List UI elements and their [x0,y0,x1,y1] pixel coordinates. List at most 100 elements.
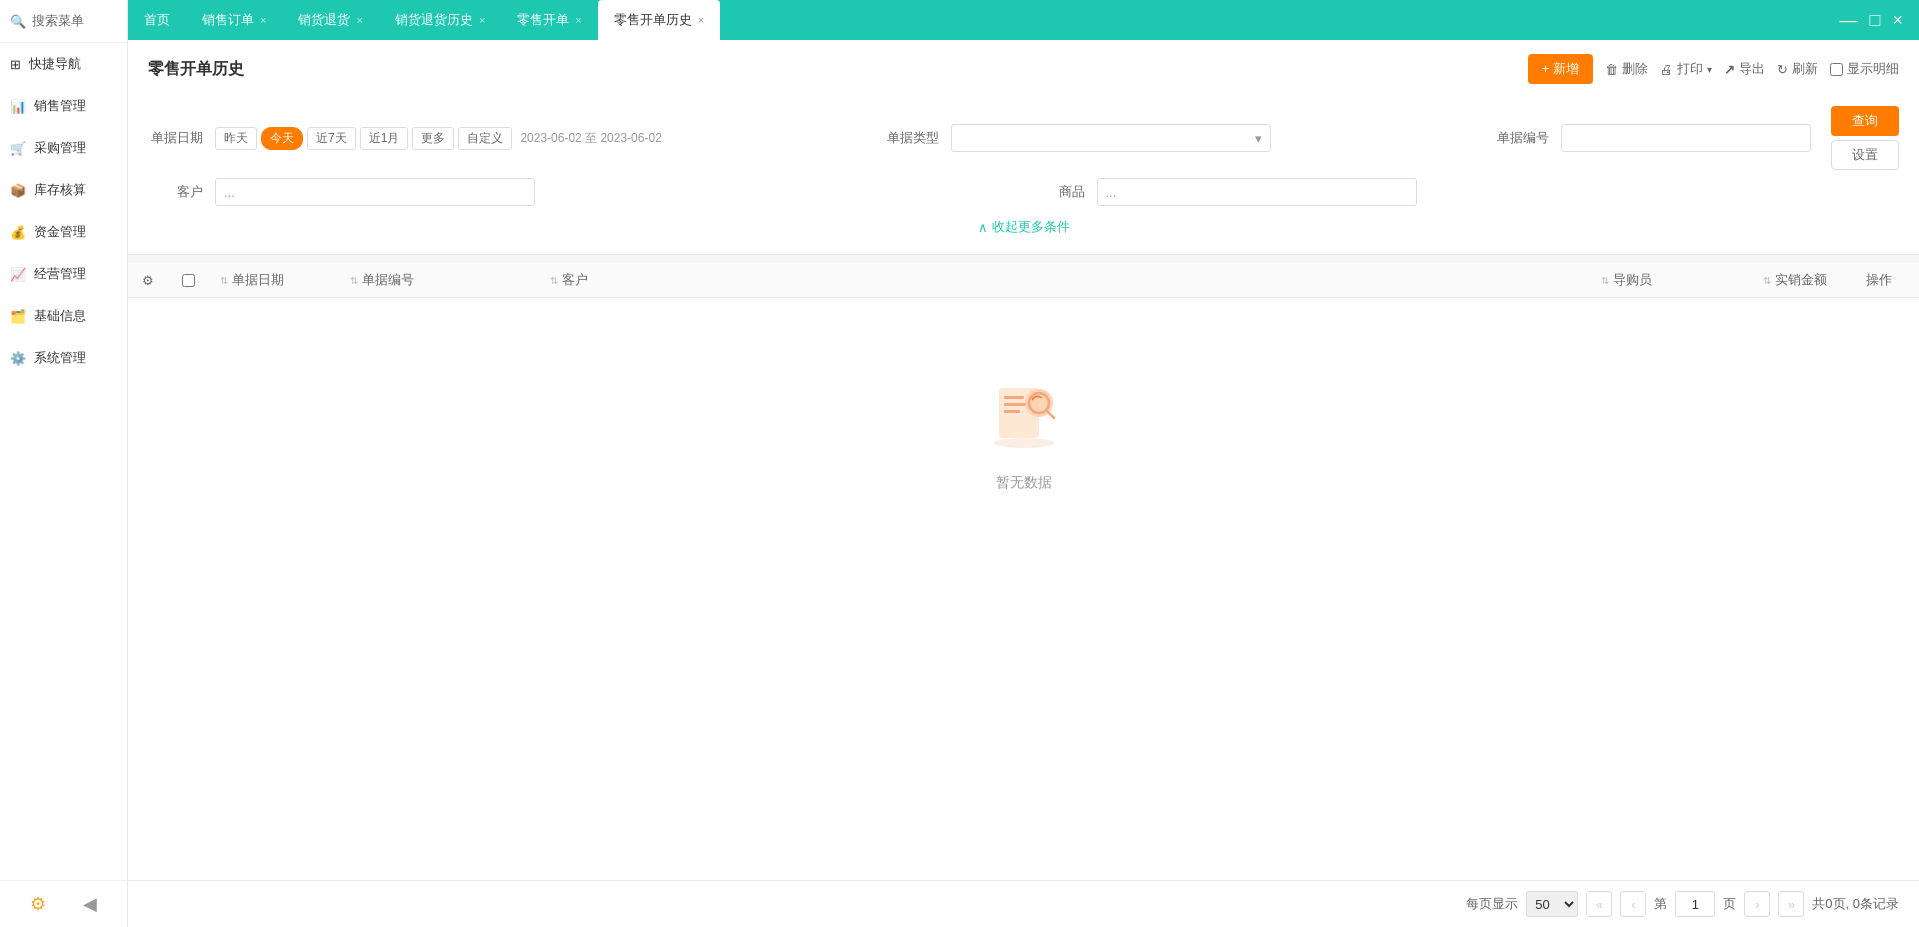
per-page-select[interactable]: 50 10 20 100 [1526,891,1578,917]
col-amount-label: 实销金额 [1775,271,1827,289]
prev-page-button[interactable]: ‹ [1620,891,1646,917]
type-filter-select[interactable]: ▾ [951,124,1271,152]
tab-sales-return-history[interactable]: 销货退货历史 × [379,0,501,40]
date-btn-more[interactable]: 更多 [412,127,454,150]
date-btn-7days[interactable]: 近7天 [307,127,356,150]
search-menu[interactable]: 搜索菜单 [0,0,127,43]
close-retail-order-history-icon[interactable]: × [698,14,704,26]
sidebar-item-base[interactable]: 🗂️ 基础信息 [0,295,127,337]
display-detail-label: 显示明细 [1847,60,1899,78]
col-date: ⇅ 单据日期 [208,271,338,289]
print-button[interactable]: 🖨 打印 ▾ [1660,60,1712,78]
first-page-button[interactable]: « [1586,891,1612,917]
client-filter-label: 客户 [148,183,203,201]
search-menu-label: 搜索菜单 [32,12,84,30]
add-button[interactable]: + 新增 [1528,54,1593,84]
select-all-checkbox[interactable] [182,274,195,287]
export-label: 导出 [1739,60,1765,78]
next-page-icon: › [1755,897,1759,912]
minimize-icon[interactable]: — [1840,10,1858,31]
sort-amount-icon[interactable]: ⇅ [1763,275,1771,286]
tab-sales-return[interactable]: 销货退货 × [282,0,378,40]
purchase-icon: 🛒 [10,141,26,156]
svg-point-0 [994,438,1054,448]
product-filter-input[interactable]: ... [1097,178,1417,206]
tab-home-label: 首页 [144,11,170,29]
page-number-input[interactable] [1675,891,1715,917]
tab-sales-return-history-label: 销货退货历史 [395,11,473,29]
refresh-button[interactable]: ↻ 刷新 [1777,60,1818,78]
table-header: ⚙ ⇅ 单据日期 ⇅ 单据编号 ⇅ 客户 ⇅ [128,263,1919,298]
sidebar-item-management[interactable]: 📈 经营管理 [0,253,127,295]
col-settings[interactable]: ⚙ [128,273,168,288]
query-button[interactable]: 查询 [1831,106,1899,136]
tab-retail-order-history[interactable]: 零售开单历史 × [598,0,720,40]
collapse-filter-icon: ∧ [978,220,988,235]
settings-button[interactable]: 设置 [1831,140,1899,170]
sidebar-item-label: 经营管理 [34,265,86,283]
last-page-button[interactable]: » [1778,891,1804,917]
filter-area: 单据日期 昨天 今天 近7天 近1月 更多 自定义 2023-06-02 至 2… [148,96,1899,254]
col-action-label: 操作 [1866,271,1892,289]
filter-row-client: 客户 ... 商品 ... [148,178,1899,206]
sidebar-item-system[interactable]: ⚙️ 系统管理 [0,337,127,379]
top-nav-right: — □ × [1824,10,1919,31]
settings-gear-icon[interactable]: ⚙ [142,273,154,288]
total-info: 共0页, 0条记录 [1812,895,1899,913]
sales-icon: 📊 [10,99,26,114]
close-sales-return-icon[interactable]: × [356,14,362,26]
client-filter-input[interactable]: ... [215,178,535,206]
tab-retail-order[interactable]: 零售开单 × [501,0,597,40]
svg-line-7 [1047,411,1054,418]
collapse-filter-button[interactable]: ∧ 收起更多条件 [148,214,1899,244]
next-page-button[interactable]: › [1744,891,1770,917]
sidebar-item-purchase[interactable]: 🛒 采购管理 [0,127,127,169]
display-detail-checkbox-label[interactable]: 显示明细 [1830,60,1899,78]
sidebar-item-label: 库存核算 [34,181,86,199]
tab-home[interactable]: 首页 [128,0,186,40]
close-sales-order-icon[interactable]: × [260,14,266,26]
sidebar-bottom: ⚙ ◀ [0,880,127,927]
sidebar-item-sales[interactable]: 📊 销售管理 [0,85,127,127]
page-unit: 页 [1723,895,1736,913]
close-retail-order-icon[interactable]: × [575,14,581,26]
client-filter-ellipsis: ... [224,185,235,200]
date-btn-custom[interactable]: 自定义 [458,127,512,150]
maximize-icon[interactable]: □ [1870,10,1881,31]
display-detail-checkbox[interactable] [1830,63,1843,76]
collapse-sidebar-icon[interactable]: ◀ [83,893,97,915]
collapse-filter-label: 收起更多条件 [992,218,1070,236]
svg-rect-2 [1004,396,1024,399]
col-checkbox[interactable] [168,274,208,287]
col-client: ⇅ 客户 [538,271,1589,289]
sidebar-item-nav[interactable]: ⊞ 快捷导航 [0,43,127,85]
col-code-label: 单据编号 [362,271,414,289]
sort-client-icon[interactable]: ⇅ [550,275,558,286]
export-button[interactable]: ↗ 导出 [1724,60,1765,78]
prev-page-icon: ‹ [1631,897,1635,912]
sidebar-item-label: 采购管理 [34,139,86,157]
base-icon: 🗂️ [10,309,26,324]
page-word: 第 [1654,895,1667,913]
date-btn-1month[interactable]: 近1月 [360,127,409,150]
empty-text: 暂无数据 [996,474,1052,492]
code-filter-input[interactable] [1561,124,1811,152]
sort-code-icon[interactable]: ⇅ [350,275,358,286]
empty-state: 暂无数据 [128,298,1919,552]
date-btn-yesterday[interactable]: 昨天 [215,127,257,150]
export-icon: ↗ [1724,62,1735,77]
sort-guide-icon[interactable]: ⇅ [1601,275,1609,286]
sidebar-item-finance[interactable]: 💰 资金管理 [0,211,127,253]
sidebar-item-label: 快捷导航 [29,55,81,73]
settings-icon[interactable]: ⚙ [30,893,46,915]
management-icon: 📈 [10,267,26,282]
delete-button[interactable]: 🗑 删除 [1605,60,1648,78]
tab-sales-order[interactable]: 销售订单 × [186,0,282,40]
date-btn-today[interactable]: 今天 [261,127,303,150]
close-sales-return-history-icon[interactable]: × [479,14,485,26]
sidebar-item-inventory[interactable]: 📦 库存核算 [0,169,127,211]
sidebar-item-label: 销售管理 [34,97,86,115]
sidebar-item-label: 基础信息 [34,307,86,325]
sort-up-date-icon[interactable]: ⇅ [220,275,228,286]
close-window-icon[interactable]: × [1892,10,1903,31]
